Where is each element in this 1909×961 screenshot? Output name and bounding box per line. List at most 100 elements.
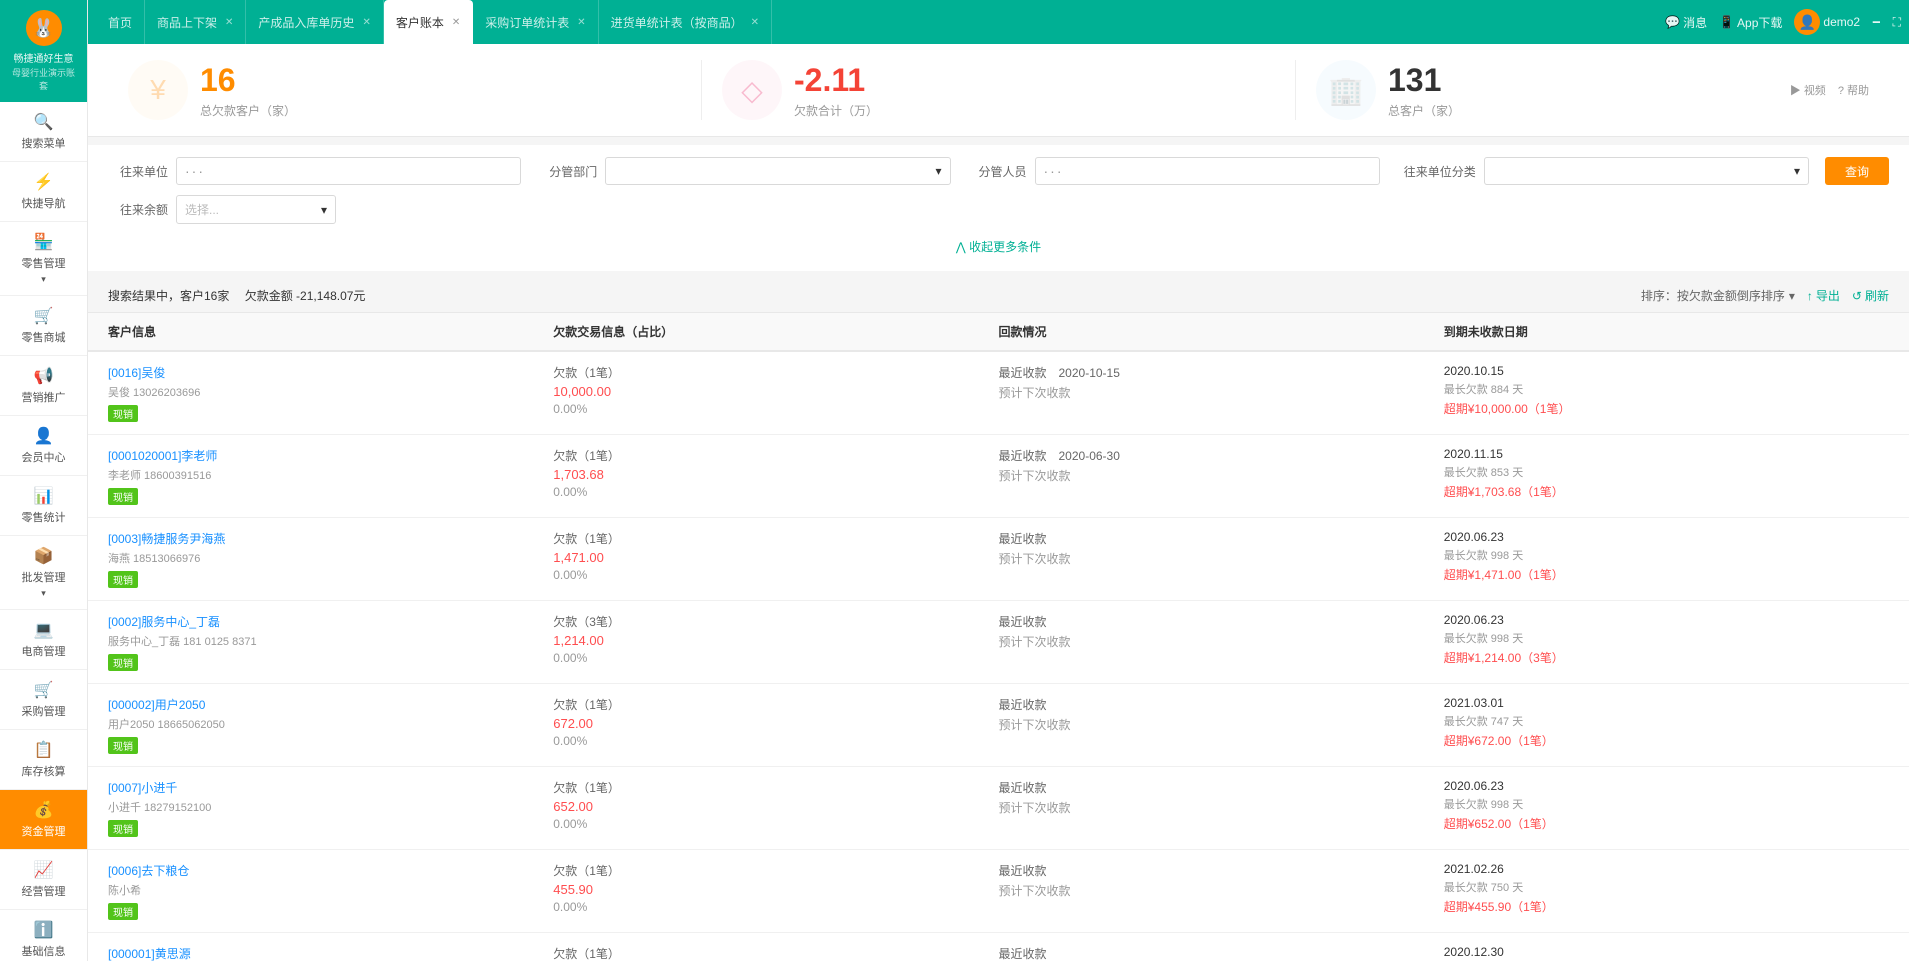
debt-amount-info: -2.11 欠款合计（万） xyxy=(794,61,878,118)
customer-name-3[interactable]: [0002]服务中心_丁磊 xyxy=(108,613,553,630)
minimize-icon: 🗕 xyxy=(1872,12,1881,33)
sort-select[interactable]: 排序：按欠款金额倒序排序 ▾ xyxy=(1641,287,1795,304)
topbar-actions: 💬 消息 📱 App下载 👤 demo2 🗕 ⛶ xyxy=(1665,9,1901,35)
customer-name-6[interactable]: [0006]去下粮仓 xyxy=(108,862,553,879)
sidebar-item-purchase-mgmt[interactable]: 🛒采购管理 xyxy=(0,670,87,730)
overdue-amount-link-3[interactable]: 超期¥1,214.00（3笔） xyxy=(1444,649,1889,666)
sidebar-item-ecommerce[interactable]: 💻电商管理 xyxy=(0,610,87,670)
debt-amount-4: 672.00 xyxy=(553,716,998,731)
last-payment-label-5: 最近收款 xyxy=(999,779,1444,796)
debt-count-3: 欠款（3笔） xyxy=(553,613,998,630)
debt-info-7: 欠款（1笔） 429.00 0.00% xyxy=(553,945,998,961)
tab-home[interactable]: 首页 xyxy=(96,0,145,44)
search-menu-icon: 🔍 xyxy=(34,112,54,132)
debt-info-4: 欠款（1笔） 672.00 0.00% xyxy=(553,696,998,748)
last-payment-label-0: 最近收款 2020-10-15 xyxy=(999,364,1444,381)
sidebar-item-ops-mgmt[interactable]: 📈经营管理 xyxy=(0,850,87,910)
sidebar-item-inventory[interactable]: 📋库存核算 xyxy=(0,730,87,790)
user-avatar-button[interactable]: 👤 demo2 xyxy=(1794,9,1860,35)
next-payment-label-2: 预计下次收款 xyxy=(999,550,1444,567)
person-input[interactable]: ··· xyxy=(1035,157,1380,185)
tab-product-shelf[interactable]: 商品上下架✕ xyxy=(145,0,246,44)
recovery-info-6: 最近收款 预计下次收款 xyxy=(999,862,1444,899)
debt-info-6: 欠款（1笔） 455.90 0.00% xyxy=(553,862,998,914)
video-button[interactable]: ▶ 视频 xyxy=(1790,82,1826,98)
results-debt-text: 欠款金额 -21,148.07元 xyxy=(245,289,366,303)
customer-name-1[interactable]: [0001020001]李老师 xyxy=(108,447,553,464)
sidebar-item-capital-mgmt[interactable]: 💰资金管理 xyxy=(0,790,87,850)
maximize-button[interactable]: ⛶ xyxy=(1893,15,1901,30)
customer-name-5[interactable]: [0007]小进千 xyxy=(108,779,553,796)
sidebar-item-quick-nav[interactable]: ⚡快捷导航 xyxy=(0,162,87,222)
balance-select[interactable]: 选择... ▾ xyxy=(176,195,336,224)
stats-bar: ¥ 16 总欠款客户（家） ◇ -2.11 欠款合计（万） 🏢 131 总客户（… xyxy=(88,44,1909,137)
export-button[interactable]: ↑ 导出 xyxy=(1807,287,1840,304)
table-header-col-1: 欠款交易信息（占比） xyxy=(553,323,998,340)
table-header-col-3: 到期未收款日期 xyxy=(1444,323,1889,340)
sidebar-item-member-center[interactable]: 👤会员中心 xyxy=(0,416,87,476)
results-info: 搜索结果中，客户16家 欠款金额 -21,148.07元 排序：按欠款金额倒序排… xyxy=(88,279,1909,313)
due-date-1: 2020.11.15 xyxy=(1444,447,1889,461)
maximize-icon: ⛶ xyxy=(1893,15,1901,30)
unit-category-select[interactable]: ▾ xyxy=(1484,157,1809,185)
base-info-icon: ℹ️ xyxy=(34,920,54,940)
overdue-amount-link-5[interactable]: 超期¥652.00（1笔） xyxy=(1444,815,1889,832)
sidebar-item-search-menu[interactable]: 🔍搜索菜单 xyxy=(0,102,87,162)
next-payment-label-1: 预计下次收款 xyxy=(999,467,1444,484)
filter-row-2: 往来余额 选择... ▾ xyxy=(108,195,1889,224)
dept-select[interactable]: ▾ xyxy=(605,157,950,185)
minimize-button[interactable]: 🗕 xyxy=(1872,12,1881,33)
sidebar-item-batch-mgmt[interactable]: 📦批发管理▾ xyxy=(0,536,87,610)
capital-mgmt-icon: 💰 xyxy=(34,800,54,820)
help-button[interactable]: ? 帮助 xyxy=(1838,82,1869,98)
tab-close-purchase-order[interactable]: ✕ xyxy=(577,17,585,28)
debt-count-4: 欠款（1笔） xyxy=(553,696,998,713)
overdue-amount-link-0[interactable]: 超期¥10,000.00（1笔） xyxy=(1444,400,1889,417)
sidebar-logo[interactable]: 🐰 畅捷通好生意 母婴行业演示账套 xyxy=(0,0,87,102)
tab-close-product-history[interactable]: ✕ xyxy=(362,17,370,28)
due-date-5: 2020.06.23 xyxy=(1444,779,1889,793)
customer-name-7[interactable]: [000001]黄思源 xyxy=(108,945,553,961)
avatar: 👤 xyxy=(1794,9,1820,35)
table-row-0: [0016]吴俊 吴俊 13026203696 现销 欠款（1笔） 10,000… xyxy=(88,352,1909,435)
sidebar-item-retail-mall[interactable]: 🛒零售商城 xyxy=(0,296,87,356)
customer-tag-0: 现销 xyxy=(108,405,138,422)
debt-count-2: 欠款（1笔） xyxy=(553,530,998,547)
message-button[interactable]: 💬 消息 xyxy=(1665,14,1707,31)
app-download-label: App下载 xyxy=(1737,14,1782,31)
tab-product-history[interactable]: 产成品入库单历史✕ xyxy=(246,0,383,44)
customer-info-3: [0002]服务中心_丁磊 服务中心_丁磊 181 0125 8371 现销 xyxy=(108,613,553,671)
overdue-amount-link-1[interactable]: 超期¥1,703.68（1笔） xyxy=(1444,483,1889,500)
app-download-button[interactable]: 📱 App下载 xyxy=(1719,14,1782,31)
overdue-amount-link-2[interactable]: 超期¥1,471.00（1笔） xyxy=(1444,566,1889,583)
filter-area: 往来单位 ··· 分管部门 ▾ 分管人员 ··· xyxy=(88,145,1909,271)
overdue-amount-link-6[interactable]: 超期¥455.90（1笔） xyxy=(1444,898,1889,915)
debt-amount-5: 652.00 xyxy=(553,799,998,814)
batch-mgmt-icon: 📦 xyxy=(34,546,54,566)
sort-label: 排序：按欠款金额倒序排序 xyxy=(1641,287,1785,304)
customer-tag-5: 现销 xyxy=(108,820,138,837)
customer-name-2[interactable]: [0003]畅捷服务尹海燕 xyxy=(108,530,553,547)
next-payment-label-5: 预计下次收款 xyxy=(999,799,1444,816)
tab-close-customer-account[interactable]: ✕ xyxy=(452,17,460,28)
overdue-amount-link-4[interactable]: 超期¥672.00（1笔） xyxy=(1444,732,1889,749)
refresh-button[interactable]: ↺ 刷新 xyxy=(1852,287,1889,304)
tab-customer-account[interactable]: 客户账本✕ xyxy=(384,0,473,44)
customer-name-4[interactable]: [000002]用户2050 xyxy=(108,696,553,713)
sidebar-item-marketing[interactable]: 📢营销推广 xyxy=(0,356,87,416)
customer-name-0[interactable]: [0016]吴俊 xyxy=(108,364,553,381)
sidebar-item-retail-stats[interactable]: 📊零售统计 xyxy=(0,476,87,536)
table-header-col-0: 客户信息 xyxy=(108,323,553,340)
collapse-row[interactable]: ⋀ 收起更多条件 xyxy=(108,234,1889,259)
tab-purchase-order[interactable]: 采购订单统计表✕ xyxy=(473,0,598,44)
sidebar-item-base-info[interactable]: ℹ️基础信息 xyxy=(0,910,87,961)
customer-tag-2: 现销 xyxy=(108,571,138,588)
sidebar-item-retail-mgmt[interactable]: 🏪零售管理▾ xyxy=(0,222,87,296)
tab-purchase-stats[interactable]: 进货单统计表（按商品）✕ xyxy=(599,0,772,44)
tab-close-product-shelf[interactable]: ✕ xyxy=(225,17,233,28)
from-unit-input[interactable]: ··· xyxy=(176,157,521,185)
search-button[interactable]: 查询 xyxy=(1825,157,1889,185)
message-label: 消息 xyxy=(1683,14,1707,31)
tab-label-home: 首页 xyxy=(108,14,132,31)
tab-close-purchase-stats[interactable]: ✕ xyxy=(751,17,759,28)
